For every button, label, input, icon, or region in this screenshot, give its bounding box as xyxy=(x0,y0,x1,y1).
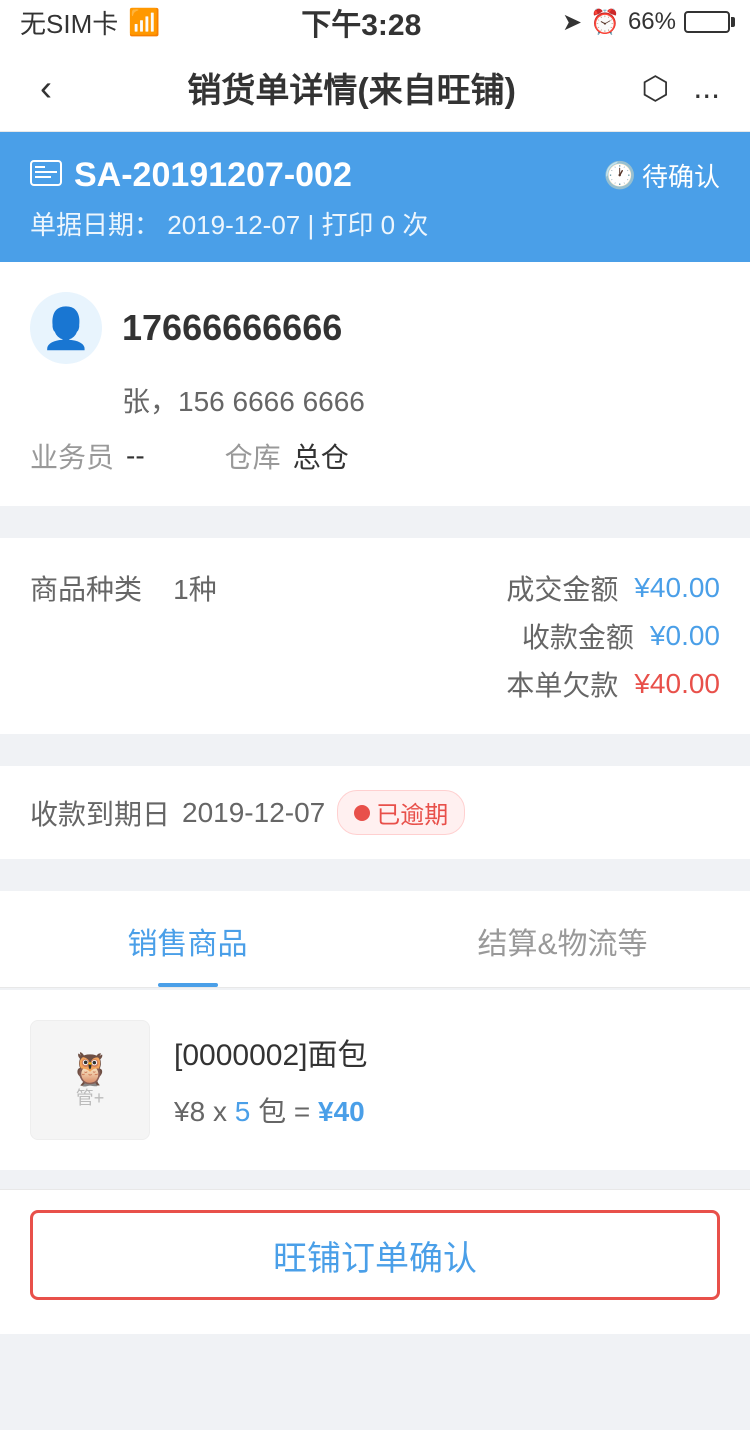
status-right: ➤ ⏰ 66% xyxy=(562,8,730,37)
tabs-section: 销售商品 结算&物流等 xyxy=(0,891,750,988)
sales-value: -- xyxy=(126,440,145,472)
nav-actions: ⬡ ... xyxy=(641,69,720,107)
status-clock-icon: 🕐 xyxy=(604,160,636,191)
deal-amount-value: ¥40.00 xyxy=(634,572,720,604)
collected-label: 收款金额 xyxy=(522,616,634,656)
sales-meta: 业务员 -- xyxy=(30,436,145,476)
due-date-label: 收款到期日 xyxy=(30,793,170,833)
nav-bar: ‹ 销货单详情(来自旺铺) ⬡ ... xyxy=(0,44,750,132)
customer-section: 👤 17666666666 张，156 6666 6666 业务员 -- 仓库 … xyxy=(0,262,750,506)
status-left: 无SIM卡 📶 xyxy=(20,4,161,41)
warehouse-value: 总仓 xyxy=(293,436,349,476)
owed-row: 本单欠款 ¥40.00 xyxy=(506,664,720,704)
tab-products[interactable]: 销售商品 xyxy=(0,891,375,987)
share-button[interactable]: ⬡ xyxy=(641,69,669,107)
divider-2 xyxy=(0,750,750,766)
product-item: 🦉 管+ [0000002]面包 ¥8 x 5 包 = ¥40 xyxy=(30,1020,720,1140)
overdue-text: 已逾期 xyxy=(376,795,448,830)
equals-sign: = xyxy=(294,1096,318,1127)
status-bar: 无SIM卡 📶 下午3:28 ➤ ⏰ 66% xyxy=(0,0,750,44)
confirm-order-button[interactable]: 旺铺订单确认 xyxy=(30,1210,720,1300)
warehouse-meta: 仓库 总仓 xyxy=(225,436,349,476)
owed-value: ¥40.00 xyxy=(634,668,720,700)
bottom-bar: 旺铺订单确认 xyxy=(0,1189,750,1334)
order-icon xyxy=(30,156,62,195)
collected-value: ¥0.00 xyxy=(650,620,720,652)
collected-row: 收款金额 ¥0.00 xyxy=(522,616,720,656)
deal-amount-label: 成交金额 xyxy=(506,568,618,608)
order-date-line: 单据日期： 2019-12-07 | 打印 0 次 xyxy=(30,205,720,242)
battery-icon xyxy=(684,11,730,33)
quantity: 5 xyxy=(235,1096,251,1127)
wifi-icon: 📶 xyxy=(128,7,160,38)
summary-section: 商品种类 1种 成交金额 ¥40.00 收款金额 ¥0.00 本单欠款 ¥40.… xyxy=(0,538,750,734)
avatar-icon: 👤 xyxy=(41,305,91,352)
due-date-section: 收款到期日 2019-12-07 已逾期 xyxy=(0,766,750,859)
customer-phone: 17666666666 xyxy=(122,307,342,349)
carrier-text: 无SIM卡 xyxy=(20,4,118,41)
unit: 包 xyxy=(258,1096,286,1127)
back-button[interactable]: ‹ xyxy=(30,57,62,119)
product-type-label: 商品种类 xyxy=(30,574,142,605)
unit-price: ¥8 xyxy=(174,1096,205,1127)
product-name: [0000002]面包 xyxy=(174,1030,720,1074)
avatar: 👤 xyxy=(30,292,102,364)
divider-1 xyxy=(0,522,750,538)
sales-label: 业务员 xyxy=(30,436,114,476)
order-id: SA-20191207-002 xyxy=(30,156,352,195)
product-list: 🦉 管+ [0000002]面包 ¥8 x 5 包 = ¥40 xyxy=(0,990,750,1170)
overdue-badge: 已逾期 xyxy=(337,790,465,835)
time-display: 下午3:28 xyxy=(301,0,421,44)
product-price-row: ¥8 x 5 包 = ¥40 xyxy=(174,1090,720,1130)
overdue-dot-icon xyxy=(354,805,370,821)
battery-percent: 66% xyxy=(628,8,676,36)
order-status-badge: 🕐 待确认 xyxy=(604,157,720,194)
product-logo-icon: 🦉 管+ xyxy=(70,1053,110,1107)
product-type-row: 商品种类 1种 xyxy=(30,568,217,608)
product-details: [0000002]面包 ¥8 x 5 包 = ¥40 xyxy=(174,1030,720,1130)
warehouse-label: 仓库 xyxy=(225,436,281,476)
more-button[interactable]: ... xyxy=(693,69,720,106)
order-header-card: SA-20191207-002 🕐 待确认 单据日期： 2019-12-07 |… xyxy=(0,132,750,262)
status-text: 待确认 xyxy=(642,157,720,194)
alarm-icon: ⏰ xyxy=(590,8,620,37)
divider-3 xyxy=(0,875,750,891)
page-title: 销货单详情(来自旺铺) xyxy=(187,63,516,112)
multiply-sign: x xyxy=(213,1096,235,1127)
owed-label: 本单欠款 xyxy=(506,664,618,704)
total-price: ¥40 xyxy=(318,1096,365,1127)
product-thumbnail: 🦉 管+ xyxy=(30,1020,150,1140)
due-date-value: 2019-12-07 xyxy=(182,797,325,829)
location-icon: ➤ xyxy=(562,8,582,37)
deal-amount-row: 成交金额 ¥40.00 xyxy=(506,568,720,608)
customer-name: 张，156 6666 6666 xyxy=(30,380,720,420)
product-type-value: 1种 xyxy=(173,574,217,605)
tab-settlement[interactable]: 结算&物流等 xyxy=(375,891,750,987)
